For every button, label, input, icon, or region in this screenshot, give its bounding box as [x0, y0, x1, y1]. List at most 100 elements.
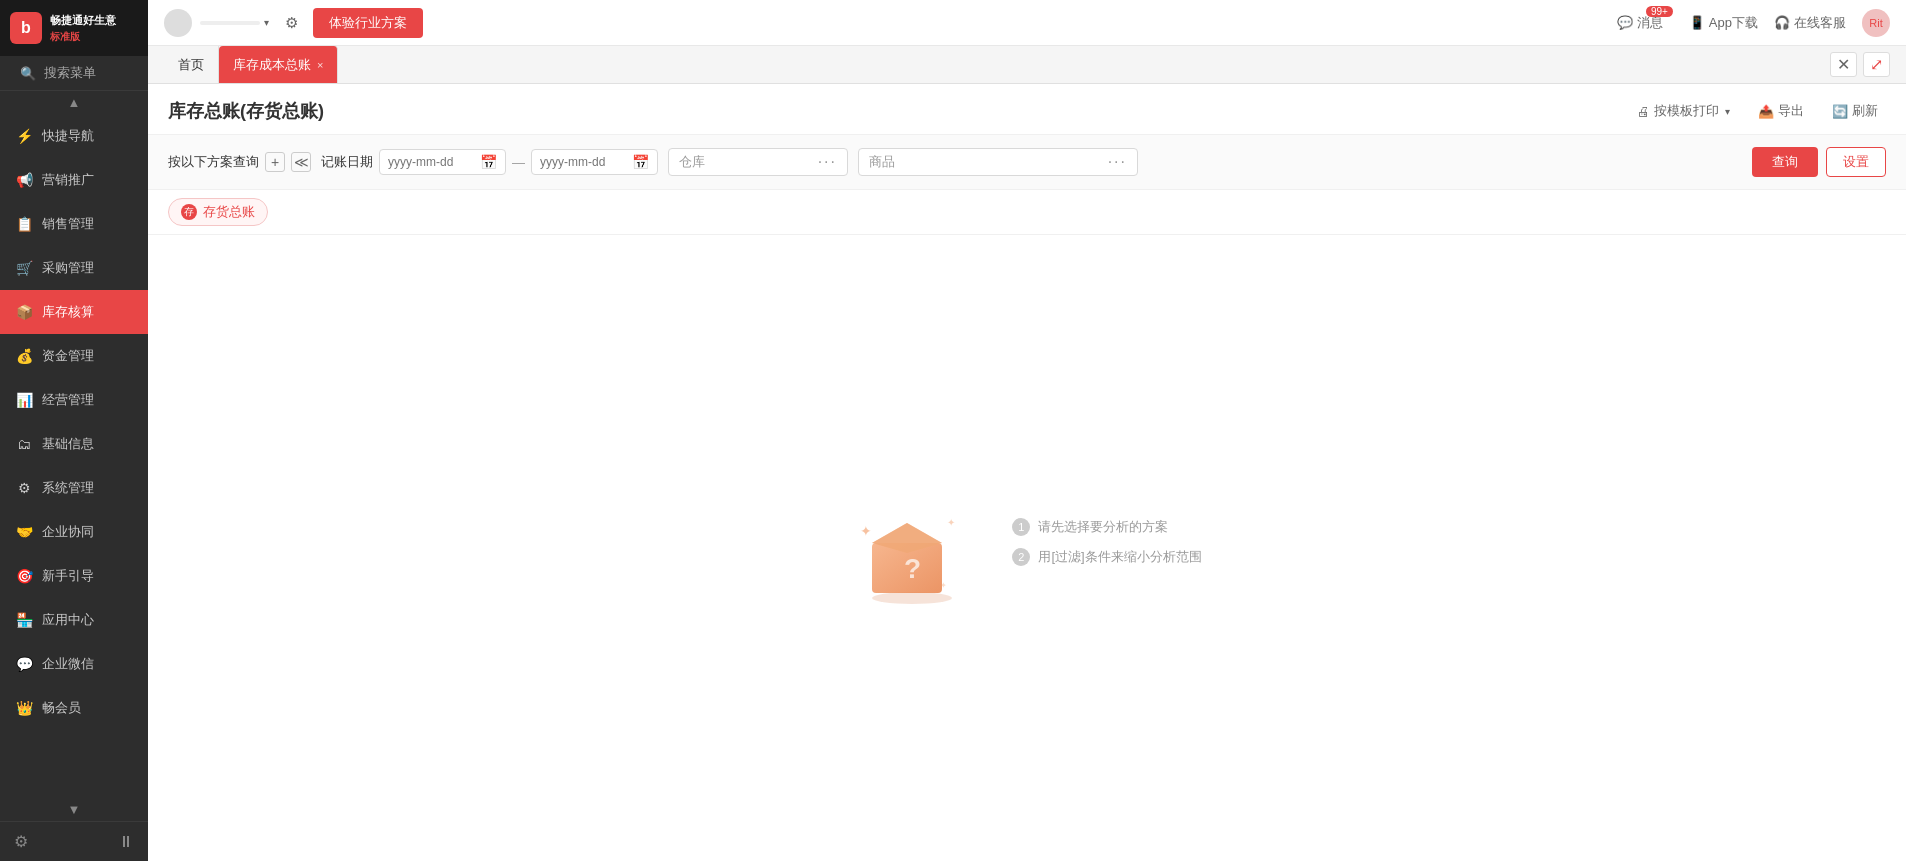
filter-actions: 查询 设置 — [1752, 147, 1886, 177]
sidebar-nav: ⚡ 快捷导航 📢 营销推广 📋 销售管理 🛒 采购管理 📦 库存核算 💰 资金管… — [0, 114, 148, 798]
search-icon: 🔍 — [20, 66, 36, 81]
scroll-up-btn[interactable]: ▲ — [0, 91, 148, 114]
goods-select[interactable]: 商品 ··· — [858, 148, 1138, 176]
warehouse-select[interactable]: 仓库 ··· — [668, 148, 848, 176]
scheme-label: 存货总账 — [203, 203, 255, 221]
nav-icon-quick-nav: ⚡ — [14, 126, 34, 146]
print-icon: 🖨 — [1637, 104, 1650, 119]
message-icon: 💬 — [1617, 15, 1633, 30]
date-from-input[interactable] — [388, 155, 476, 169]
panel-close-btn[interactable]: ✕ — [1830, 52, 1857, 77]
industry-btn[interactable]: 体验行业方案 — [313, 8, 423, 38]
nav-icon-appstore: 🏪 — [14, 610, 34, 630]
nav-label-basic: 基础信息 — [42, 435, 94, 453]
warehouse-placeholder: 仓库 — [679, 153, 705, 171]
query-btn[interactable]: 查询 — [1752, 147, 1818, 177]
nav-icon-purchase: 🛒 — [14, 258, 34, 278]
online-support-label: 在线客服 — [1794, 14, 1846, 32]
search-menu[interactable]: 🔍 搜索菜单 — [0, 56, 148, 91]
export-label: 导出 — [1778, 102, 1804, 120]
nav-icon-enterprise: 🤝 — [14, 522, 34, 542]
nav-label-inventory: 库存核算 — [42, 303, 94, 321]
tab-home[interactable]: 首页 — [164, 46, 219, 83]
user-avatar-btn[interactable]: Rit — [1862, 9, 1890, 37]
scheme-selector: 存 存货总账 — [148, 190, 1906, 235]
tab-inventory-ledger[interactable]: 库存成本总账 × — [219, 46, 338, 83]
filter-bar: 按以下方案查询 + ≪ 记账日期 📅 — 📅 — [148, 135, 1906, 190]
page-content: 库存总账(存货总账) 🖨 按模板打印 ▾ 📤 导出 🔄 刷新 — [148, 84, 1906, 861]
sidebar-item-inventory[interactable]: 📦 库存核算 — [0, 290, 148, 334]
svg-text:?: ? — [904, 553, 921, 584]
nav-label-purchase: 采购管理 — [42, 259, 94, 277]
sidebar-item-enterprise[interactable]: 🤝 企业协同 — [0, 510, 148, 554]
calendar-to-icon[interactable]: 📅 — [632, 154, 649, 170]
nav-label-operation: 经营管理 — [42, 391, 94, 409]
sidebar-footer: ⚙ ⏸ — [0, 821, 148, 861]
sidebar-item-appstore[interactable]: 🏪 应用中心 — [0, 598, 148, 642]
sidebar-item-operation[interactable]: 📊 经营管理 — [0, 378, 148, 422]
refresh-label: 刷新 — [1852, 102, 1878, 120]
top-settings-btn[interactable]: ⚙ — [277, 9, 305, 37]
sidebar-item-purchase[interactable]: 🛒 采购管理 — [0, 246, 148, 290]
refresh-btn[interactable]: 🔄 刷新 — [1824, 98, 1886, 124]
tab-bar: 首页 库存成本总账 × ✕ ⤢ — [148, 46, 1906, 84]
tip-item-2: 2 用[过滤]条件来缩小分析范围 — [1012, 548, 1201, 566]
sidebar-item-quick-nav[interactable]: ⚡ 快捷导航 — [0, 114, 148, 158]
scroll-down-btn[interactable]: ▼ — [0, 798, 148, 821]
settings-footer-btn[interactable]: ⚙ — [14, 832, 28, 851]
nav-icon-basic: 🗂 — [14, 434, 34, 454]
tip-num-1: 1 — [1012, 518, 1030, 536]
filter-add-btn[interactable]: + — [265, 152, 285, 172]
sidebar-item-basic[interactable]: 🗂 基础信息 — [0, 422, 148, 466]
print-label: 按模板打印 — [1654, 102, 1719, 120]
nav-icon-finance: 💰 — [14, 346, 34, 366]
date-label: 记账日期 — [321, 153, 373, 171]
goods-placeholder: 商品 — [869, 153, 895, 171]
calendar-from-icon[interactable]: 📅 — [480, 154, 497, 170]
company-dropdown[interactable]: ▾ — [200, 17, 269, 28]
message-badge: 99+ — [1646, 6, 1673, 17]
date-separator: — — [512, 155, 525, 170]
nav-label-system: 系统管理 — [42, 479, 94, 497]
message-btn[interactable]: 💬 消息 99+ — [1617, 14, 1663, 32]
page-title: 库存总账(存货总账) — [168, 99, 324, 123]
user-avatar: Rit — [1862, 9, 1890, 37]
user-name: Rit — [1869, 17, 1882, 29]
sidebar-item-wechat[interactable]: 💬 企业微信 — [0, 642, 148, 686]
company-name — [200, 21, 260, 25]
main-content: ▾ ⚙ 体验行业方案 💬 消息 99+ 📱 App下载 🎧 在线客服 Rit — [148, 0, 1906, 861]
date-to-input[interactable] — [540, 155, 628, 169]
tab-close-btn[interactable]: × — [317, 59, 323, 71]
date-from-input-wrap[interactable]: 📅 — [379, 149, 506, 175]
panel-expand-btn[interactable]: ⤢ — [1863, 52, 1890, 77]
settings-btn[interactable]: 设置 — [1826, 147, 1886, 177]
nav-icon-marketing: 📢 — [14, 170, 34, 190]
scheme-item[interactable]: 存 存货总账 — [168, 198, 268, 226]
print-btn[interactable]: 🖨 按模板打印 ▾ — [1629, 98, 1738, 124]
date-to-input-wrap[interactable]: 📅 — [531, 149, 658, 175]
warehouse-more-icon[interactable]: ··· — [818, 153, 837, 171]
tip-text-2: 用[过滤]条件来缩小分析范围 — [1038, 548, 1201, 566]
sidebar-item-member[interactable]: 👑 畅会员 — [0, 686, 148, 730]
chevron-down-icon: ▾ — [264, 17, 269, 28]
empty-illustration: ? ✦ ✦ ✦ — [852, 488, 972, 608]
online-support-btn[interactable]: 🎧 在线客服 — [1774, 14, 1846, 32]
svg-text:✦: ✦ — [947, 517, 955, 528]
app-download-btn[interactable]: 📱 App下载 — [1689, 14, 1758, 32]
sidebar-item-sales[interactable]: 📋 销售管理 — [0, 202, 148, 246]
audio-footer-btn[interactable]: ⏸ — [118, 833, 134, 851]
sidebar-item-newguide[interactable]: 🎯 新手引导 — [0, 554, 148, 598]
sidebar-item-marketing[interactable]: 📢 营销推广 — [0, 158, 148, 202]
nav-label-sales: 销售管理 — [42, 215, 94, 233]
nav-icon-newguide: 🎯 — [14, 566, 34, 586]
nav-label-finance: 资金管理 — [42, 347, 94, 365]
empty-state: ? ✦ ✦ ✦ 1 请先选择要分析的方案 2 — [148, 235, 1906, 861]
sidebar-item-finance[interactable]: 💰 资金管理 — [0, 334, 148, 378]
nav-label-marketing: 营销推广 — [42, 171, 94, 189]
filter-collapse-btn[interactable]: ≪ — [291, 152, 311, 172]
sidebar: b 畅捷通好生意 标准版 🔍 搜索菜单 ▲ ⚡ 快捷导航 📢 营销推广 📋 销售… — [0, 0, 148, 861]
date-range: 记账日期 📅 — 📅 — [321, 149, 658, 175]
export-btn[interactable]: 📤 导出 — [1750, 98, 1812, 124]
goods-more-icon[interactable]: ··· — [1108, 153, 1127, 171]
sidebar-item-system[interactable]: ⚙ 系统管理 — [0, 466, 148, 510]
